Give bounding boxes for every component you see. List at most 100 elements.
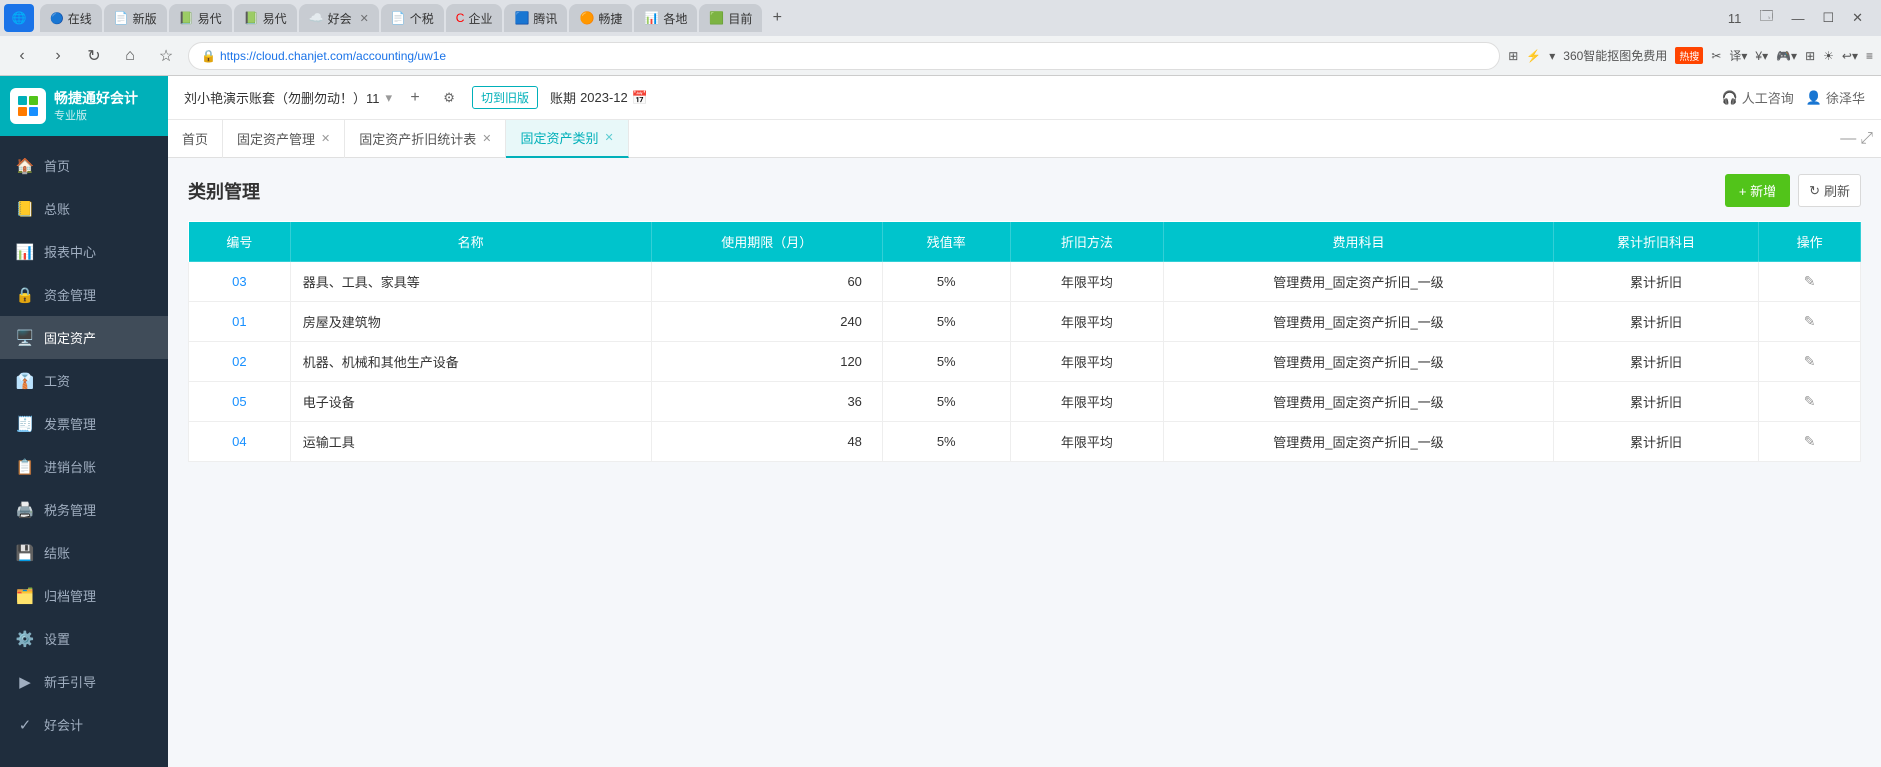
refresh-button[interactable]: ↻ 刷新 bbox=[1798, 174, 1861, 207]
url-text: https://cloud.chanjet.com/accounting/uw1… bbox=[220, 49, 446, 63]
tab-count: 11 bbox=[1722, 9, 1748, 28]
window-controls: 11 🗔 — ☐ ✕ bbox=[1722, 5, 1877, 31]
tab-label: 企业 bbox=[468, 10, 492, 27]
edit-icon[interactable]: ✎ bbox=[1804, 353, 1816, 369]
sidebar-item-home[interactable]: 🏠 首页 bbox=[0, 144, 168, 187]
browser-tab-tengxun[interactable]: 🟦 腾讯 bbox=[504, 4, 567, 32]
back-button[interactable]: ‹ bbox=[8, 42, 36, 70]
sidebar-label-payroll: 工资 bbox=[44, 371, 70, 390]
cell-depreciation: 累计折旧 bbox=[1553, 422, 1758, 462]
browser-tab-yida2[interactable]: 📗 易代 bbox=[234, 4, 297, 32]
cell-code: 05 bbox=[189, 382, 291, 422]
tab-label: 畅捷 bbox=[598, 10, 622, 27]
sidebar-label-home: 首页 bbox=[44, 156, 70, 175]
browser-tab-haohui[interactable]: ☁️ 好会 ✕ bbox=[299, 4, 379, 32]
browser-tab-changjie[interactable]: 🟠 畅捷 bbox=[569, 4, 632, 32]
edit-icon[interactable]: ✎ bbox=[1804, 393, 1816, 409]
browser-tab-yida1[interactable]: 📗 易代 bbox=[169, 4, 232, 32]
sidebar-item-invoice[interactable]: 🧾 发票管理 bbox=[0, 402, 168, 445]
currency-icon: ¥▾ bbox=[1755, 49, 1768, 63]
edit-icon[interactable]: ✎ bbox=[1804, 313, 1816, 329]
inner-content: 类别管理 + 新增 ↻ 刷新 编号 名称 使用期限（月） 残值率 bbox=[168, 158, 1881, 767]
cell-code: 01 bbox=[189, 302, 291, 342]
table-row: 01 房屋及建筑物 240 5% 年限平均 管理费用_固定资产折旧_一级 累计折… bbox=[189, 302, 1861, 342]
address-dropdown[interactable]: ▾ bbox=[1549, 49, 1555, 63]
browser-tab-online[interactable]: 🔵 在线 bbox=[40, 4, 102, 32]
reload-button[interactable]: ↻ bbox=[80, 42, 108, 70]
window-maximize-icon[interactable]: ☐ bbox=[1816, 8, 1840, 28]
cell-expense: 管理费用_固定资产折旧_一级 bbox=[1164, 422, 1554, 462]
page-tab-fixed-assets-mgmt[interactable]: 固定资产管理 ✕ bbox=[223, 120, 345, 158]
sidebar-label-tax: 税务管理 bbox=[44, 500, 96, 519]
col-header-name: 名称 bbox=[290, 222, 651, 262]
sidebar-item-general-ledger[interactable]: 📒 总账 bbox=[0, 187, 168, 230]
page-window-minimize-icon[interactable]: — bbox=[1840, 130, 1856, 148]
add-account-button[interactable]: + bbox=[404, 87, 426, 109]
home-icon: 🏠 bbox=[16, 157, 34, 175]
home-button[interactable]: ⌂ bbox=[116, 42, 144, 70]
tab-close-depreciation-icon[interactable]: ✕ bbox=[482, 132, 491, 145]
sidebar-item-haokuai[interactable]: ✓ 好会计 bbox=[0, 703, 168, 746]
add-category-button[interactable]: + 新增 bbox=[1725, 174, 1790, 207]
sidebar-item-reports[interactable]: 📊 报表中心 bbox=[0, 230, 168, 273]
sidebar-item-settings[interactable]: ⚙️ 设置 bbox=[0, 617, 168, 660]
page-tab-asset-category[interactable]: 固定资产类别 ✕ bbox=[506, 120, 628, 158]
cell-residual: 5% bbox=[882, 302, 1010, 342]
cell-months: 48 bbox=[651, 422, 882, 462]
sidebar-item-archive[interactable]: 🗂️ 归档管理 bbox=[0, 574, 168, 617]
sidebar-item-tax[interactable]: 🖨️ 税务管理 bbox=[0, 488, 168, 531]
sidebar-item-payroll[interactable]: 👔 工资 bbox=[0, 359, 168, 402]
url-input[interactable]: 🔒 https://cloud.chanjet.com/accounting/u… bbox=[188, 42, 1500, 70]
window-minimize-icon[interactable]: 🗔 bbox=[1753, 5, 1779, 31]
period-selector[interactable]: 账期 2023-12 📅 bbox=[550, 88, 648, 107]
user-account-selector[interactable]: 刘小艳演示账套（勿删勿动！）11 ▾ bbox=[184, 88, 392, 107]
sidebar-item-fixed-assets[interactable]: 🖥️ 固定资产 bbox=[0, 316, 168, 359]
cell-code: 04 bbox=[189, 422, 291, 462]
browser-tab-geshui[interactable]: 📄 个税 bbox=[381, 4, 444, 32]
cell-action: ✎ bbox=[1759, 302, 1861, 342]
window-close-icon[interactable]: ✕ bbox=[1846, 8, 1869, 28]
forward-button[interactable]: › bbox=[44, 42, 72, 70]
browser-tab-muqian[interactable]: 🟩 目前 bbox=[699, 4, 762, 32]
account-settings-button[interactable]: ⚙ bbox=[438, 87, 460, 109]
switch-old-version-button[interactable]: 切到旧版 bbox=[472, 86, 538, 109]
page-tab-depreciation-table[interactable]: 固定资产折旧统计表 ✕ bbox=[345, 120, 506, 158]
browser-tab-new[interactable]: 📄 新版 bbox=[104, 4, 167, 32]
page-window-expand-icon[interactable]: ⤢ bbox=[1860, 130, 1873, 148]
grid-icon: ⊞ bbox=[1805, 49, 1815, 63]
sidebar-item-funds[interactable]: 🔒 资金管理 bbox=[0, 273, 168, 316]
cell-depreciation: 累计折旧 bbox=[1553, 342, 1758, 382]
page-tab-home[interactable]: 首页 bbox=[168, 120, 223, 158]
menu-icon[interactable]: ≡ bbox=[1866, 49, 1873, 63]
sidebar-item-closing[interactable]: 💾 结账 bbox=[0, 531, 168, 574]
cell-name: 电子设备 bbox=[290, 382, 651, 422]
window-restore-icon[interactable]: — bbox=[1785, 9, 1810, 28]
tab-label: 易代 bbox=[263, 10, 287, 27]
sidebar-label-settings: 设置 bbox=[44, 629, 70, 648]
user-profile-button[interactable]: 👤 徐泽华 bbox=[1806, 88, 1865, 107]
game-icon: 🎮▾ bbox=[1776, 49, 1797, 63]
new-tab-button[interactable]: + bbox=[764, 5, 790, 31]
sidebar-item-guide[interactable]: ▶ 新手引导 bbox=[0, 660, 168, 703]
edit-icon[interactable]: ✎ bbox=[1804, 273, 1816, 289]
tab-close-icon[interactable]: ✕ bbox=[360, 12, 369, 25]
consult-button[interactable]: 🎧 人工咨询 bbox=[1722, 88, 1794, 107]
sidebar-label-funds: 资金管理 bbox=[44, 285, 96, 304]
period-label: 账期 bbox=[550, 88, 576, 107]
settings-icon: ⚙️ bbox=[16, 630, 34, 648]
sidebar-label-ledger: 总账 bbox=[44, 199, 70, 218]
browser-tab-qiye[interactable]: C 企业 bbox=[446, 4, 503, 32]
sidebar-item-inventory[interactable]: 📋 进销台账 bbox=[0, 445, 168, 488]
edit-icon[interactable]: ✎ bbox=[1804, 433, 1816, 449]
tab-label: 各地 bbox=[663, 10, 687, 27]
refresh-label: 刷新 bbox=[1824, 181, 1850, 200]
browser-tab-gedi[interactable]: 📊 各地 bbox=[634, 4, 697, 32]
cell-name: 运输工具 bbox=[290, 422, 651, 462]
bookmark-button[interactable]: ☆ bbox=[152, 42, 180, 70]
page-tab-window-controls: — ⤢ bbox=[1840, 130, 1881, 148]
tab-close-category-icon[interactable]: ✕ bbox=[605, 131, 614, 144]
tab-close-assets-icon[interactable]: ✕ bbox=[321, 132, 330, 145]
cell-action: ✎ bbox=[1759, 422, 1861, 462]
tab-label: 腾讯 bbox=[533, 10, 557, 27]
cell-residual: 5% bbox=[882, 342, 1010, 382]
